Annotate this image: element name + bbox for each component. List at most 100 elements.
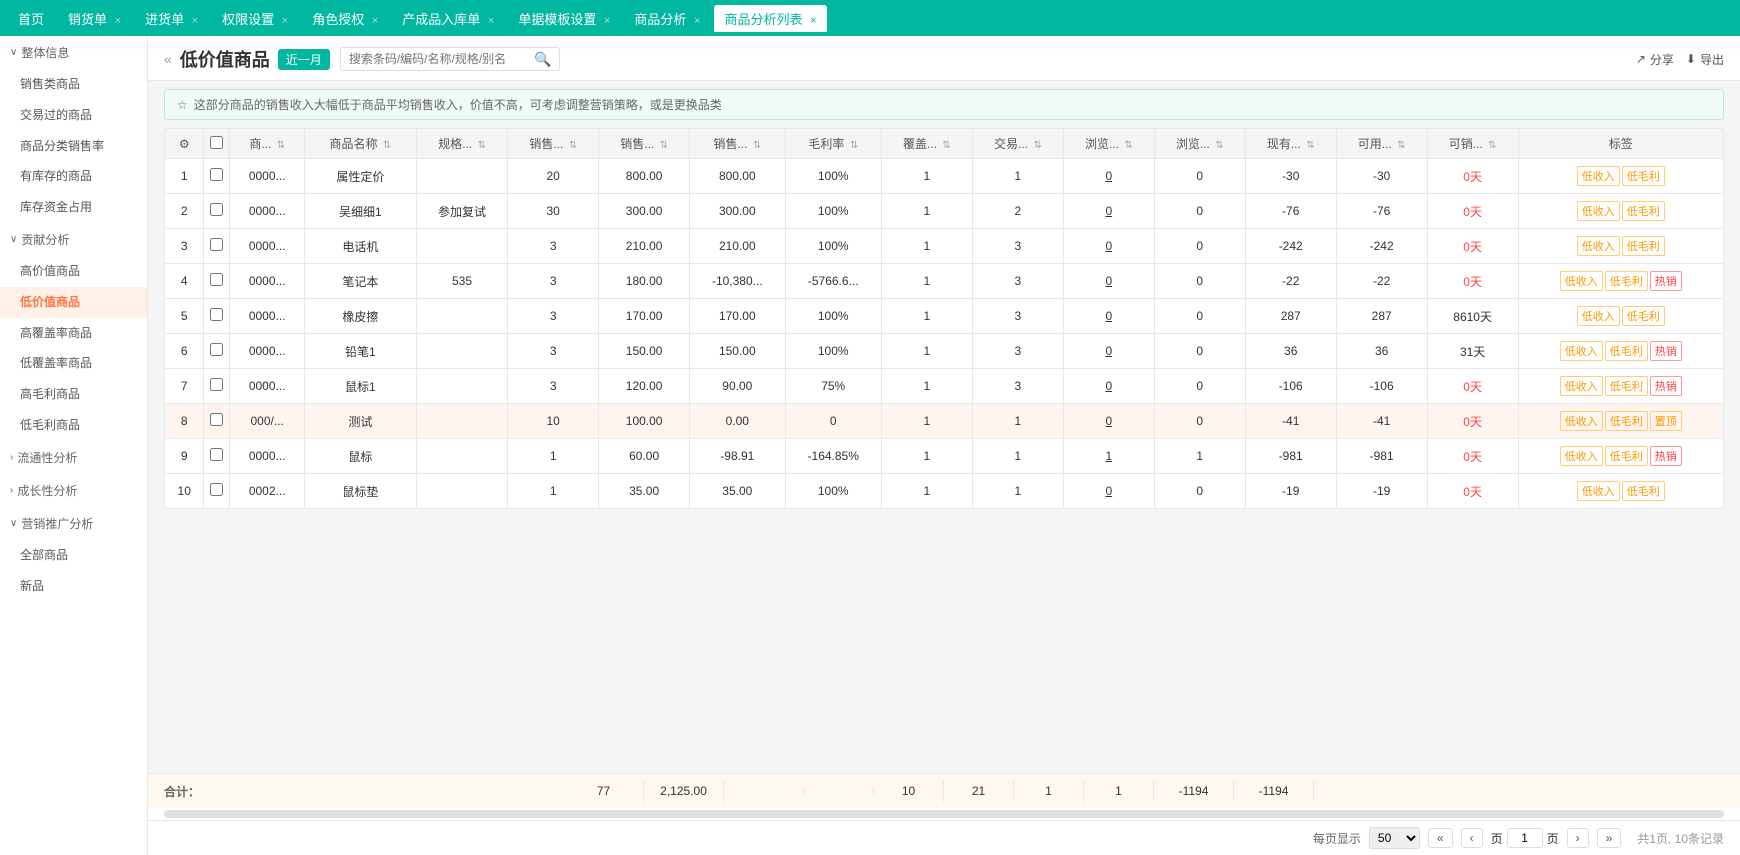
sidebar-item-sales-products[interactable]: 销售类商品 [0,69,147,100]
sidebar-item-low-value[interactable]: 低价值商品 [0,287,147,318]
column-spec[interactable]: 规格... ⇅ [416,129,507,159]
cell-view1[interactable]: 0 [1063,369,1154,404]
close-icon[interactable]: × [372,15,378,27]
row-checkbox[interactable] [210,483,223,496]
row-checkbox[interactable] [210,168,223,181]
column-gross-margin[interactable]: 毛利率 ⇅ [785,129,881,159]
share-button[interactable]: ↗ 分享 [1636,51,1674,68]
row-checkbox[interactable] [210,343,223,356]
view1-link[interactable]: 0 [1105,379,1112,393]
cell-view1[interactable]: 0 [1063,159,1154,194]
cell-checkbox[interactable] [204,159,230,194]
cell-checkbox[interactable] [204,334,230,369]
cell-checkbox[interactable] [204,404,230,439]
cell-checkbox[interactable] [204,194,230,229]
sidebar-item-inventory-capital[interactable]: 库存资金占用 [0,192,147,223]
nav-product-analysis[interactable]: 商品分析 × [624,5,710,32]
column-sales-price[interactable]: 销售... ⇅ [599,129,690,159]
collapse-sidebar-btn[interactable]: « [164,51,172,67]
view1-link[interactable]: 0 [1105,239,1112,253]
view1-link[interactable]: 0 [1105,274,1112,288]
column-available-stock[interactable]: 可用... ⇅ [1336,129,1427,159]
view1-link[interactable]: 1 [1105,449,1112,463]
column-code[interactable]: 商... ⇅ [230,129,304,159]
cell-checkbox[interactable] [204,264,230,299]
cell-view1[interactable]: 0 [1063,404,1154,439]
cell-view1[interactable]: 0 [1063,299,1154,334]
column-sales-amount[interactable]: 销售... ⇅ [690,129,785,159]
view1-link[interactable]: 0 [1105,309,1112,323]
table-container[interactable]: ⚙ 商... ⇅ 商品名称 ⇅ 规格... ⇅ 销售... ⇅ 销售... ⇅ … [148,128,1740,773]
column-name[interactable]: 商品名称 ⇅ [304,129,416,159]
sidebar-item-all-products[interactable]: 全部商品 [0,540,147,571]
last-page-btn[interactable]: » [1597,828,1622,848]
sidebar-item-inventory-products[interactable]: 有库存的商品 [0,161,147,192]
row-checkbox[interactable] [210,308,223,321]
sidebar-section-growth[interactable]: › 成长性分析 [0,474,147,507]
sidebar-item-high-profit[interactable]: 高毛利商品 [0,379,147,410]
close-icon[interactable]: × [694,15,700,27]
sidebar-item-low-coverage[interactable]: 低覆盖率商品 [0,348,147,379]
sidebar-section-contribution[interactable]: ∨ 贡献分析 [0,223,147,256]
nav-template-settings[interactable]: 单据模板设置 × [508,5,620,32]
search-input[interactable] [340,47,560,71]
sidebar-section-marketing[interactable]: ∨ 营销推广分析 [0,507,147,540]
export-button[interactable]: ⬇ 导出 [1686,51,1724,68]
column-sales-qty[interactable]: 销售... ⇅ [508,129,599,159]
nav-product-inbound[interactable]: 产成品入库单 × [392,5,504,32]
nav-role-auth[interactable]: 角色授权 × [302,5,388,32]
view1-link[interactable]: 0 [1105,484,1112,498]
cell-view1[interactable]: 0 [1063,474,1154,509]
column-sellable-days[interactable]: 可销... ⇅ [1427,129,1518,159]
column-settings[interactable]: ⚙ [165,129,204,159]
cell-checkbox[interactable] [204,369,230,404]
view1-link[interactable]: 0 [1105,414,1112,428]
view1-link[interactable]: 0 [1105,204,1112,218]
prev-page-btn[interactable]: ‹ [1461,828,1483,848]
cell-view1[interactable]: 0 [1063,264,1154,299]
column-current-stock[interactable]: 现有... ⇅ [1245,129,1336,159]
select-all-checkbox[interactable] [210,136,223,149]
sidebar-item-new-products[interactable]: 新品 [0,571,147,602]
row-checkbox[interactable] [210,413,223,426]
next-page-btn[interactable]: › [1567,828,1589,848]
cell-view1[interactable]: 0 [1063,229,1154,264]
page-input[interactable] [1507,828,1543,848]
sidebar-item-traded-products[interactable]: 交易过的商品 [0,100,147,131]
row-checkbox[interactable] [210,203,223,216]
nav-home[interactable]: 首页 [8,5,54,32]
nav-product-analysis-list[interactable]: 商品分析列表 × [714,5,826,32]
close-icon[interactable]: × [192,15,198,27]
sidebar-item-category-sales-rate[interactable]: 商品分类销售率 [0,131,147,162]
sidebar-item-high-coverage[interactable]: 高覆盖率商品 [0,318,147,349]
cell-checkbox[interactable] [204,299,230,334]
view1-link[interactable]: 0 [1105,344,1112,358]
cell-checkbox[interactable] [204,474,230,509]
sidebar-section-liquidity[interactable]: › 流通性分析 [0,441,147,474]
cell-view1[interactable]: 0 [1063,334,1154,369]
cell-checkbox[interactable] [204,229,230,264]
view1-link[interactable]: 0 [1105,169,1112,183]
close-icon[interactable]: × [604,15,610,27]
close-icon[interactable]: × [282,15,288,27]
close-icon[interactable]: × [488,15,494,27]
nav-permission[interactable]: 权限设置 × [212,5,298,32]
nav-sales-order[interactable]: 销货单 × [58,5,131,32]
column-view1[interactable]: 浏览... ⇅ [1063,129,1154,159]
cell-view1[interactable]: 0 [1063,194,1154,229]
sidebar-item-low-profit[interactable]: 低毛利商品 [0,410,147,441]
row-checkbox[interactable] [210,448,223,461]
cell-checkbox[interactable] [204,439,230,474]
column-view2[interactable]: 浏览... ⇅ [1154,129,1245,159]
cell-view1[interactable]: 1 [1063,439,1154,474]
column-transaction[interactable]: 交易... ⇅ [972,129,1063,159]
sidebar-item-high-value[interactable]: 高价值商品 [0,256,147,287]
sidebar-section-overview[interactable]: ∨ 整体信息 [0,36,147,69]
row-checkbox[interactable] [210,273,223,286]
column-coverage[interactable]: 覆盖... ⇅ [881,129,972,159]
row-checkbox[interactable] [210,238,223,251]
row-checkbox[interactable] [210,378,223,391]
first-page-btn[interactable]: « [1428,828,1453,848]
close-icon[interactable]: × [810,15,816,27]
period-tag[interactable]: 近一月 [278,49,330,70]
